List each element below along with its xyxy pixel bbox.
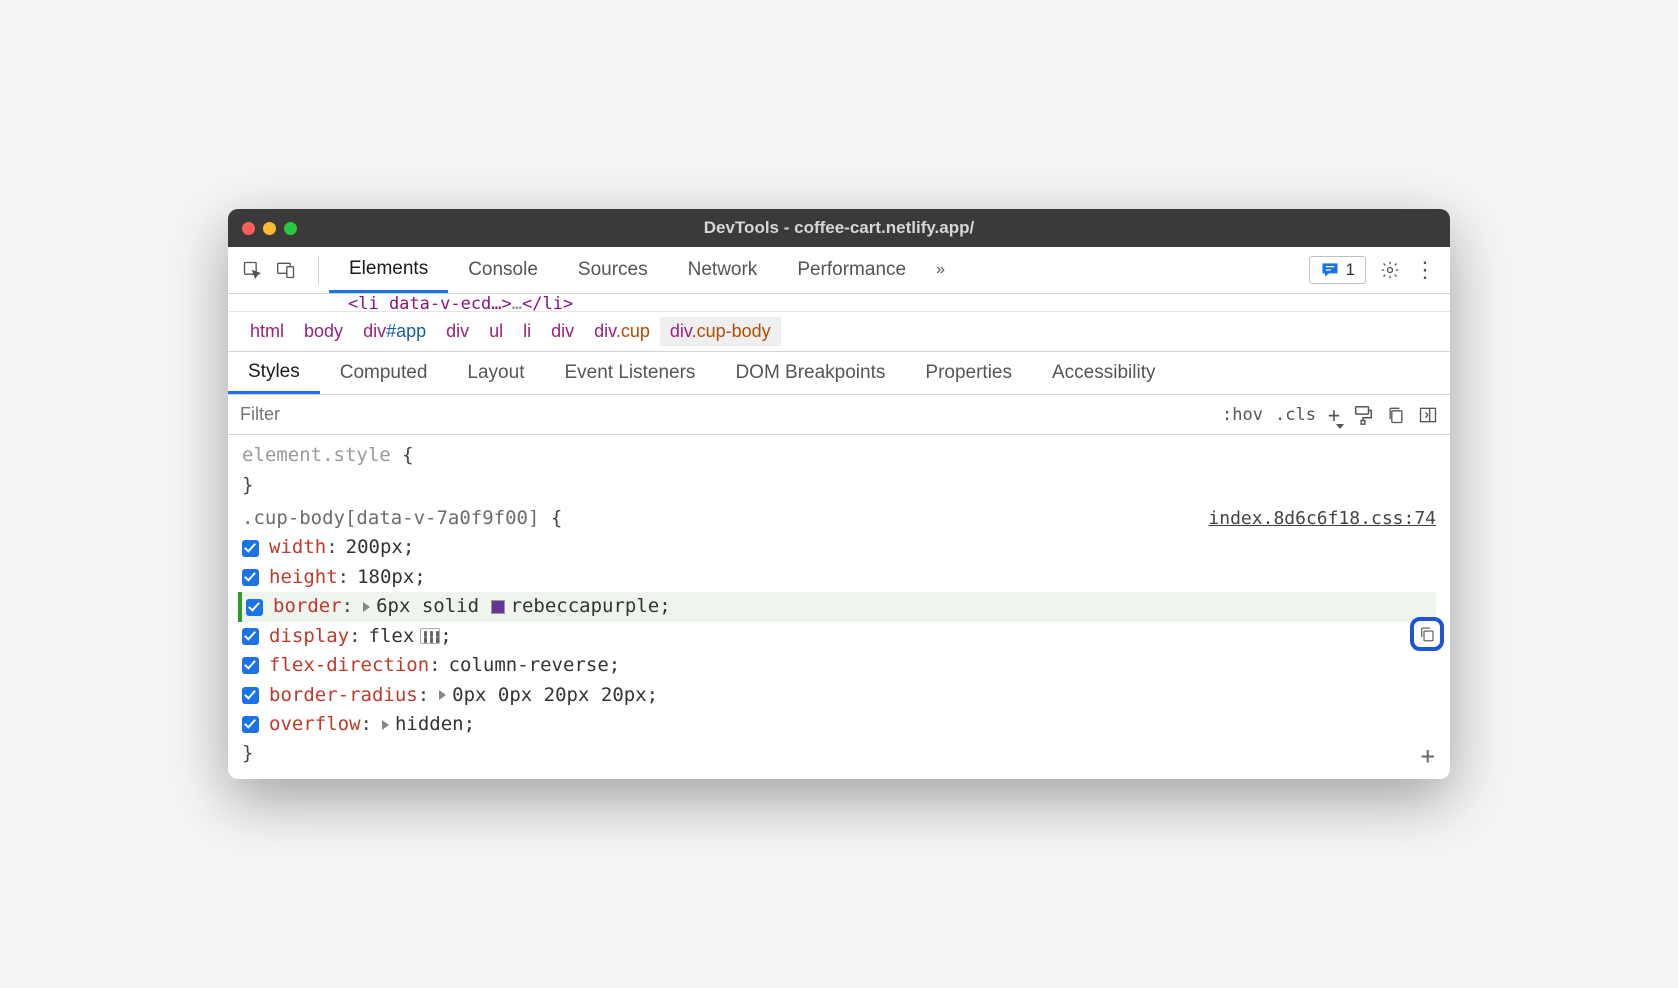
expand-icon[interactable] bbox=[439, 690, 446, 700]
device-toolbar-icon[interactable] bbox=[276, 260, 296, 280]
breadcrumb: html body div#app div ul li div div.cup … bbox=[228, 312, 1450, 352]
subtab-dom-breakpoints[interactable]: DOM Breakpoints bbox=[715, 352, 905, 394]
css-value[interactable]: 200px; bbox=[346, 533, 415, 562]
flexbox-editor-icon[interactable] bbox=[420, 628, 440, 644]
css-value[interactable]: 6px solid rebeccapurple; bbox=[361, 592, 671, 621]
crumb-html[interactable]: html bbox=[240, 317, 294, 346]
styles-subtabs: Styles Computed Layout Event Listeners D… bbox=[228, 352, 1450, 395]
subtab-computed[interactable]: Computed bbox=[320, 352, 448, 394]
css-declaration[interactable]: display:flex; bbox=[242, 622, 1436, 651]
expand-icon[interactable] bbox=[363, 602, 370, 612]
add-declaration-button[interactable]: + bbox=[1421, 738, 1435, 775]
declaration-toggle[interactable] bbox=[242, 569, 259, 586]
crumb-app[interactable]: div#app bbox=[353, 317, 436, 346]
crumb-cup-body[interactable]: div.cup-body bbox=[660, 317, 781, 346]
new-style-rule-button[interactable]: + bbox=[1328, 403, 1340, 427]
color-swatch[interactable] bbox=[491, 600, 505, 614]
copy-all-icon[interactable] bbox=[1386, 405, 1406, 425]
css-property[interactable]: display bbox=[269, 622, 349, 651]
close-window-button[interactable] bbox=[242, 222, 255, 235]
css-declaration[interactable]: border-radius:0px 0px 20px 20px; bbox=[242, 681, 1436, 710]
computed-sidebar-icon[interactable] bbox=[1418, 405, 1438, 425]
crumb-body[interactable]: body bbox=[294, 317, 353, 346]
tab-performance[interactable]: Performance bbox=[777, 247, 926, 293]
crumb-div2[interactable]: div bbox=[541, 317, 584, 346]
styles-pane: element.style { } .cup-body[data-v-7a0f9… bbox=[228, 435, 1450, 779]
crumb-cup[interactable]: div.cup bbox=[584, 317, 660, 346]
cls-toggle[interactable]: .cls bbox=[1275, 405, 1316, 425]
element-style-rule[interactable]: element.style { } bbox=[228, 439, 1450, 502]
issues-count: 1 bbox=[1346, 260, 1355, 280]
declaration-toggle[interactable] bbox=[242, 687, 259, 704]
window-title: DevTools - coffee-cart.netlify.app/ bbox=[228, 218, 1450, 238]
main-toolbar: Elements Console Sources Network Perform… bbox=[228, 247, 1450, 294]
maximize-window-button[interactable] bbox=[284, 222, 297, 235]
declaration-toggle[interactable] bbox=[242, 540, 259, 557]
toolbar-left-icons bbox=[236, 260, 308, 280]
tab-network[interactable]: Network bbox=[668, 247, 778, 293]
tab-sources[interactable]: Sources bbox=[558, 247, 668, 293]
crumb-li[interactable]: li bbox=[513, 317, 541, 346]
css-property[interactable]: border bbox=[273, 592, 342, 621]
subtab-event-listeners[interactable]: Event Listeners bbox=[544, 352, 715, 394]
hov-toggle[interactable]: :hov bbox=[1222, 405, 1263, 425]
element-style-selector: element.style bbox=[242, 444, 391, 466]
css-value[interactable]: hidden; bbox=[380, 710, 475, 739]
tab-console[interactable]: Console bbox=[448, 247, 558, 293]
paint-icon[interactable] bbox=[1352, 404, 1374, 426]
subtab-accessibility[interactable]: Accessibility bbox=[1032, 352, 1175, 394]
minimize-window-button[interactable] bbox=[263, 222, 276, 235]
subtab-layout[interactable]: Layout bbox=[447, 352, 544, 394]
dom-tree-snippet[interactable]: <li data-v-ecd…>…</li> bbox=[228, 294, 1450, 312]
css-property[interactable]: flex-direction bbox=[269, 651, 429, 680]
tab-elements[interactable]: Elements bbox=[329, 247, 448, 293]
css-declaration[interactable]: width:200px; bbox=[242, 533, 1436, 562]
css-value[interactable]: 0px 0px 20px 20px; bbox=[437, 681, 658, 710]
copy-icon bbox=[1418, 625, 1436, 643]
css-declaration[interactable]: flex-direction:column-reverse; bbox=[242, 651, 1436, 680]
tabs-overflow[interactable]: » bbox=[926, 247, 955, 293]
more-menu-icon[interactable]: ⋮ bbox=[1414, 257, 1436, 283]
filter-tools: :hov .cls + bbox=[1210, 403, 1450, 427]
declaration-toggle[interactable] bbox=[246, 599, 263, 616]
declaration-toggle[interactable] bbox=[242, 716, 259, 733]
css-value[interactable]: flex; bbox=[369, 622, 452, 651]
rule-selector[interactable]: .cup-body[data-v-7a0f9f00] bbox=[242, 507, 539, 529]
styles-filter-row: :hov .cls + bbox=[228, 395, 1450, 435]
toolbar-divider bbox=[318, 256, 319, 284]
rule-source-link[interactable]: index.8d6c6f18.css:74 bbox=[1208, 505, 1436, 533]
css-declaration[interactable]: border:6px solid rebeccapurple; bbox=[238, 592, 1436, 621]
css-value[interactable]: column-reverse; bbox=[449, 651, 621, 680]
titlebar: DevTools - coffee-cart.netlify.app/ bbox=[228, 209, 1450, 247]
subtab-styles[interactable]: Styles bbox=[228, 352, 320, 394]
devtools-window: DevTools - coffee-cart.netlify.app/ Elem… bbox=[228, 209, 1450, 779]
main-tabs: Elements Console Sources Network Perform… bbox=[329, 247, 1305, 293]
copy-declaration-button[interactable] bbox=[1410, 617, 1444, 651]
toolbar-right: 1 ⋮ bbox=[1309, 256, 1442, 284]
expand-icon[interactable] bbox=[382, 720, 389, 730]
css-rule: .cup-body[data-v-7a0f9f00] { index.8d6c6… bbox=[228, 502, 1450, 771]
traffic-lights bbox=[242, 222, 297, 235]
css-declaration[interactable]: overflow:hidden; bbox=[242, 710, 1436, 739]
filter-input[interactable] bbox=[228, 395, 1210, 434]
crumb-div[interactable]: div bbox=[436, 317, 479, 346]
settings-icon[interactable] bbox=[1380, 260, 1400, 280]
css-declaration[interactable]: height:180px; bbox=[242, 563, 1436, 592]
crumb-ul[interactable]: ul bbox=[479, 317, 513, 346]
css-property[interactable]: border-radius bbox=[269, 681, 418, 710]
declaration-toggle[interactable] bbox=[242, 628, 259, 645]
inspect-element-icon[interactable] bbox=[242, 260, 262, 280]
rule-header: .cup-body[data-v-7a0f9f00] { index.8d6c6… bbox=[242, 504, 1436, 533]
css-property[interactable]: width bbox=[269, 533, 326, 562]
css-value[interactable]: 180px; bbox=[357, 563, 426, 592]
css-property[interactable]: overflow bbox=[269, 710, 361, 739]
css-property[interactable]: height bbox=[269, 563, 338, 592]
issues-button[interactable]: 1 bbox=[1309, 256, 1366, 284]
declaration-toggle[interactable] bbox=[242, 657, 259, 674]
chat-icon bbox=[1320, 260, 1340, 280]
subtab-properties[interactable]: Properties bbox=[905, 352, 1032, 394]
